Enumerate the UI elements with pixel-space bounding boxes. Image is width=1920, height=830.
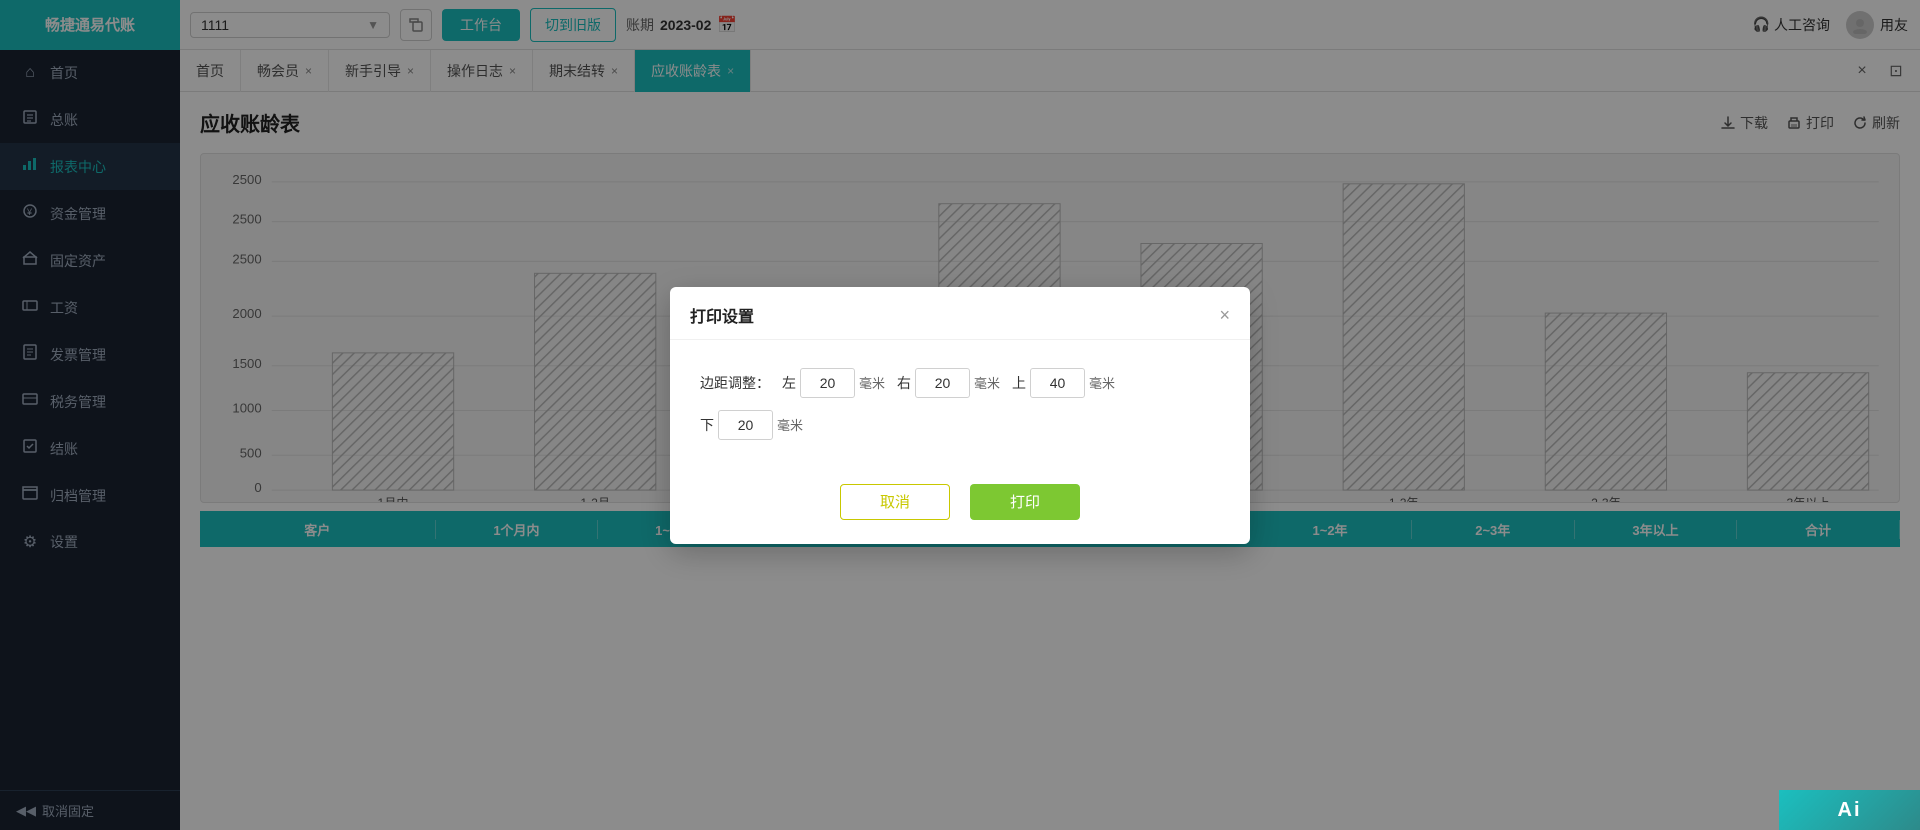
dialog-header: 打印设置 × [670,287,1250,340]
dialog-title: 打印设置 [690,303,754,327]
dialog-footer: 取消 打印 [670,468,1250,544]
margin-row: 边距调整： 左 毫米 右 毫米 上 毫米 下 [700,368,1220,440]
dialog-close-button[interactable]: × [1219,306,1230,324]
ai-badge[interactable]: Ai [1779,790,1920,830]
right-label: 右 [897,373,911,393]
top-margin-input[interactable] [1030,368,1085,398]
dialog-body: 边距调整： 左 毫米 右 毫米 上 毫米 下 [670,340,1250,468]
margin-bottom-group: 下 毫米 [700,410,803,440]
margin-adjustment-label: 边距调整： [700,373,770,393]
left-unit: 毫米 [859,373,885,392]
margin-right-group: 右 毫米 [897,368,1000,398]
right-unit: 毫米 [974,373,1000,392]
margin-left-group: 左 毫米 [782,368,885,398]
left-label: 左 [782,373,796,393]
print-settings-dialog: 打印设置 × 边距调整： 左 毫米 右 毫米 上 毫米 [670,287,1250,544]
margin-top-group: 上 毫米 [1012,368,1115,398]
bottom-unit: 毫米 [777,415,803,434]
right-margin-input[interactable] [915,368,970,398]
left-margin-input[interactable] [800,368,855,398]
modal-overlay[interactable]: 打印设置 × 边距调整： 左 毫米 右 毫米 上 毫米 [0,0,1920,830]
ai-label: Ai [1838,799,1862,822]
top-unit: 毫米 [1089,373,1115,392]
cancel-button[interactable]: 取消 [840,484,950,520]
top-label: 上 [1012,373,1026,393]
bottom-label: 下 [700,415,714,435]
confirm-print-button[interactable]: 打印 [970,484,1080,520]
bottom-margin-input[interactable] [718,410,773,440]
